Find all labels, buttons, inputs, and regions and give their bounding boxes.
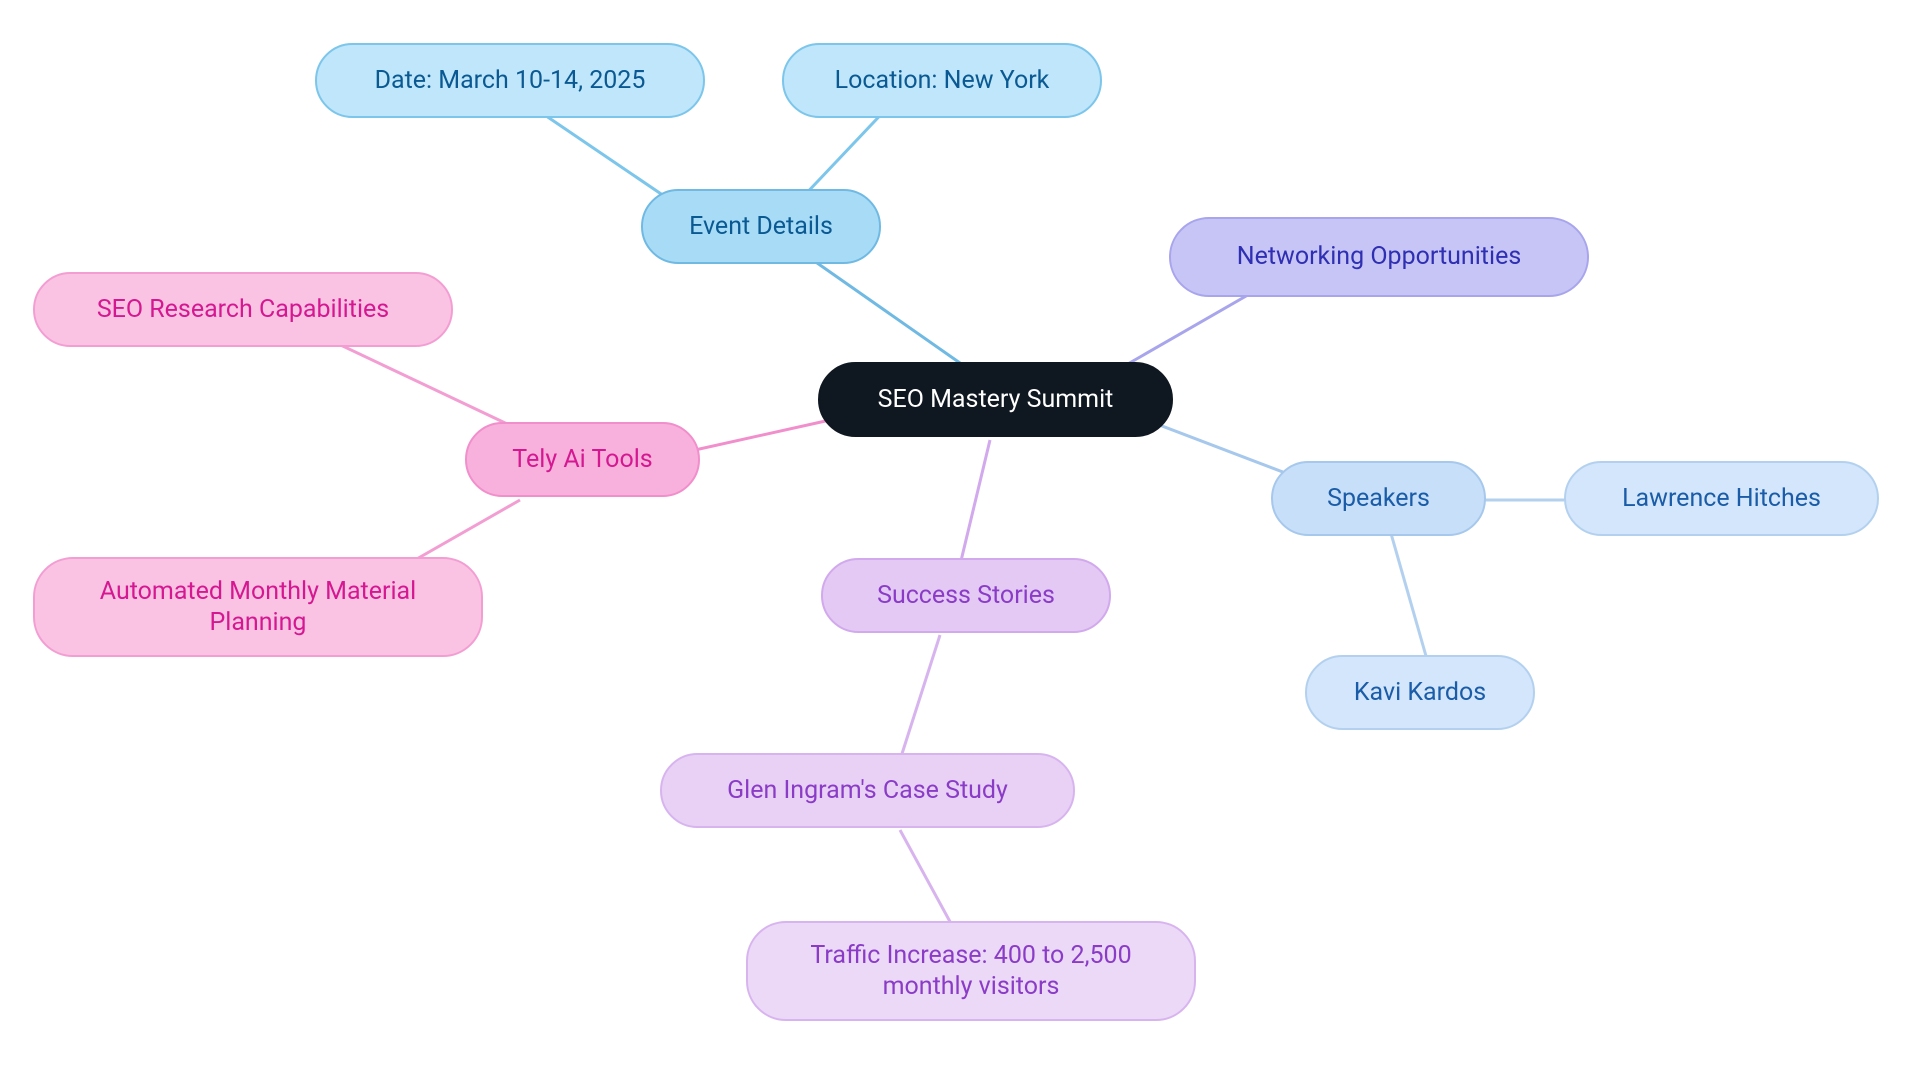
node-success-traffic[interactable]: Traffic Increase: 400 to 2,500 monthly v… <box>746 921 1196 1021</box>
node-tely-planning[interactable]: Automated Monthly Material Planning <box>33 557 483 657</box>
node-label: Date: March 10-14, 2025 <box>375 65 646 96</box>
node-label: Lawrence Hitches <box>1622 483 1821 514</box>
node-event-location[interactable]: Location: New York <box>782 43 1102 118</box>
node-label: Location: New York <box>835 65 1050 96</box>
node-label: Automated Monthly Material Planning <box>100 576 416 639</box>
node-label: Event Details <box>689 211 833 242</box>
node-label: Success Stories <box>877 580 1055 611</box>
root-node[interactable]: SEO Mastery Summit <box>818 362 1173 437</box>
node-speaker-lawrence[interactable]: Lawrence Hitches <box>1564 461 1879 536</box>
node-tely-research[interactable]: SEO Research Capabilities <box>33 272 453 347</box>
node-networking[interactable]: Networking Opportunities <box>1169 217 1589 297</box>
node-speakers[interactable]: Speakers <box>1271 461 1486 536</box>
node-success-case[interactable]: Glen Ingram's Case Study <box>660 753 1075 828</box>
node-event-date[interactable]: Date: March 10-14, 2025 <box>315 43 705 118</box>
node-speaker-kavi[interactable]: Kavi Kardos <box>1305 655 1535 730</box>
node-label: Glen Ingram's Case Study <box>727 775 1008 806</box>
node-label: Tely Ai Tools <box>512 444 652 475</box>
node-label: Traffic Increase: 400 to 2,500 monthly v… <box>810 940 1131 1003</box>
root-label: SEO Mastery Summit <box>878 384 1114 415</box>
node-label: SEO Research Capabilities <box>97 294 389 325</box>
node-label: Speakers <box>1327 483 1430 514</box>
node-success-stories[interactable]: Success Stories <box>821 558 1111 633</box>
node-label: Kavi Kardos <box>1354 677 1486 708</box>
mindmap-canvas: SEO Mastery Summit Event Details Date: M… <box>0 0 1920 1083</box>
node-event-details[interactable]: Event Details <box>641 189 881 264</box>
node-tely-tools[interactable]: Tely Ai Tools <box>465 422 700 497</box>
node-label: Networking Opportunities <box>1237 241 1521 272</box>
